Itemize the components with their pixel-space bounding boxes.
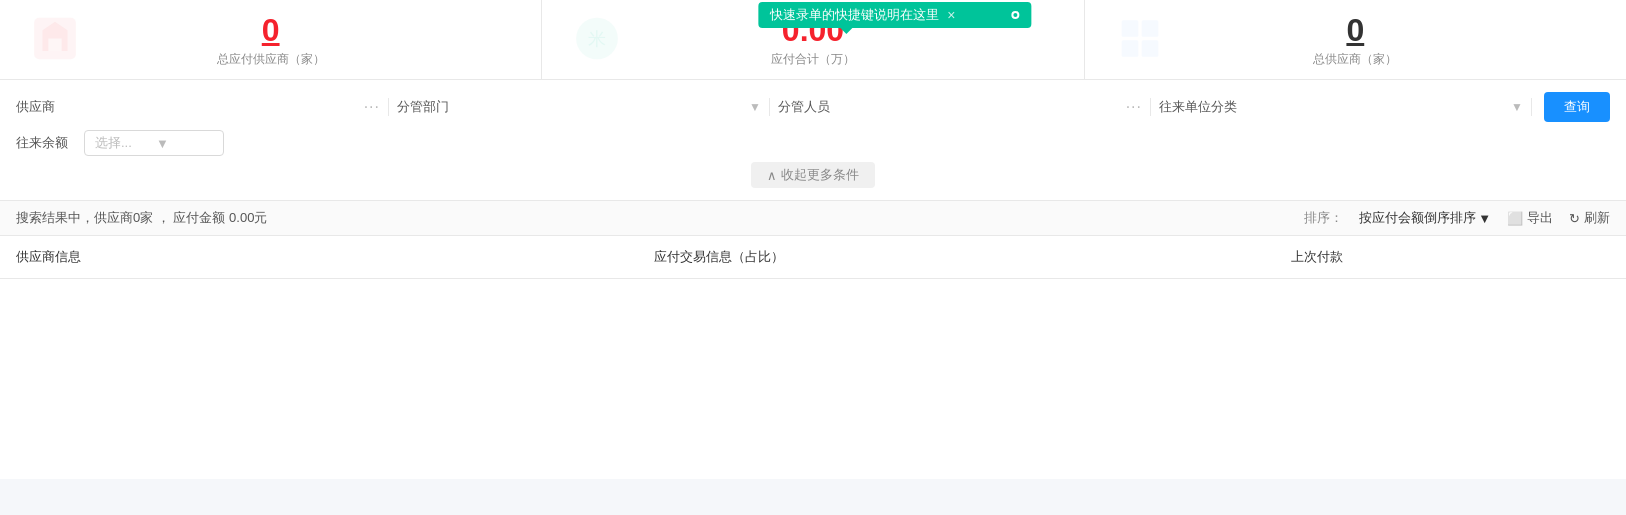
filter-bar: 供应商 ··· 分管部门 ▼ 分管人员 ··· 往来单位分类 ▼ 查询 往来余额… [0,80,1626,201]
supplier-icon [30,13,80,66]
table-header: 供应商信息 应付交易信息（占比） 上次付款 [0,236,1626,279]
balance-filter-select[interactable]: 选择... ▼ [84,130,224,156]
person-filter-input[interactable] [836,100,1120,115]
svg-rect-7 [1141,40,1158,57]
results-amount: 应付金额 0.00元 [173,210,267,225]
collapse-text: 收起更多条件 [781,166,859,184]
stat-payable-suppliers: 0 总应付供应商（家） [0,0,542,79]
supplier-filter-label: 供应商 [16,98,56,116]
svg-rect-6 [1121,40,1138,57]
refresh-icon: ↻ [1569,211,1580,226]
sort-value-text: 按应付会额倒序排序 [1359,209,1476,227]
filter-supplier: 供应商 ··· [16,98,389,116]
collapse-button[interactable]: ∧ 收起更多条件 [751,162,875,188]
results-actions: 排序： 按应付会额倒序排序 ▼ ⬜ 导出 ↻ 刷新 [1304,209,1610,227]
tooltip-close-button[interactable]: × [947,8,955,22]
payable-total-label: 应付合计（万） [771,51,855,68]
svg-rect-4 [1121,20,1138,37]
sort-label: 排序： [1304,209,1343,227]
tooltip-line [964,15,1004,16]
dept-dropdown-icon[interactable]: ▼ [749,100,761,114]
col-payment-header: 上次付款 [1291,248,1610,266]
tooltip-text: 快速录单的快捷键说明在这里 [770,6,939,24]
supplier-more-button[interactable]: ··· [364,98,380,116]
balance-filter-label: 往来余额 [16,134,76,152]
grid-icon [1115,13,1165,66]
supplier-filter-input[interactable] [62,100,358,115]
results-summary: 搜索结果中，供应商0家 ， 应付金额 0.00元 [16,209,267,227]
payable-suppliers-number[interactable]: 0 [262,11,280,49]
search-button[interactable]: 查询 [1544,92,1610,122]
total-suppliers-label: 总供应商（家） [1313,51,1397,68]
export-button[interactable]: ⬜ 导出 [1507,209,1553,227]
results-text: 搜索结果中，供应商0家 [16,210,153,225]
results-separator: ， [157,210,170,225]
filter-row-1: 供应商 ··· 分管部门 ▼ 分管人员 ··· 往来单位分类 ▼ 查询 [16,92,1610,122]
category-dropdown-icon[interactable]: ▼ [1511,100,1523,114]
chevron-up-icon: ∧ [767,168,777,183]
refresh-button[interactable]: ↻ 刷新 [1569,209,1610,227]
tooltip-dot [1012,11,1020,19]
shortcut-tooltip: 快速录单的快捷键说明在这里 × [758,2,1031,28]
filter-category: 往来单位分类 ▼ [1151,98,1532,116]
stat-total-suppliers: 0 总供应商（家） [1085,0,1626,79]
balance-dropdown-icon: ▼ [156,136,213,151]
dept-filter-label: 分管部门 [397,98,449,116]
top-stats: 0 总应付供应商（家） 米 0.00 应付合计（万） 快速录单的快捷键说明在这里… [0,0,1626,80]
results-bar: 搜索结果中，供应商0家 ， 应付金额 0.00元 排序： 按应付会额倒序排序 ▼… [0,201,1626,236]
export-label: 导出 [1527,209,1553,227]
filter-row-2: 往来余额 选择... ▼ [16,130,1610,156]
person-filter-label: 分管人员 [778,98,830,116]
svg-rect-1 [48,38,61,51]
total-suppliers-number[interactable]: 0 [1346,11,1364,49]
filter-person: 分管人员 ··· [770,98,1151,116]
person-more-button[interactable]: ··· [1126,98,1142,116]
svg-rect-5 [1141,20,1158,37]
sort-value-button[interactable]: 按应付会额倒序排序 ▼ [1359,209,1491,227]
balance-filter-placeholder: 选择... [95,134,152,152]
dept-filter-input[interactable] [455,100,743,115]
refresh-label: 刷新 [1584,209,1610,227]
stat-payable-total: 米 0.00 应付合计（万） 快速录单的快捷键说明在这里 × [542,0,1084,79]
col-supplier-header: 供应商信息 [16,248,654,266]
table-body [0,279,1626,479]
category-filter-label: 往来单位分类 [1159,98,1237,116]
filter-dept: 分管部门 ▼ [389,98,770,116]
svg-text:米: 米 [588,28,606,49]
payable-suppliers-label: 总应付供应商（家） [217,51,325,68]
money-icon: 米 [572,13,622,66]
sort-dropdown-icon: ▼ [1478,211,1491,226]
export-icon: ⬜ [1507,211,1523,226]
col-transaction-header: 应付交易信息（占比） [654,248,1292,266]
category-filter-input[interactable] [1243,100,1505,115]
